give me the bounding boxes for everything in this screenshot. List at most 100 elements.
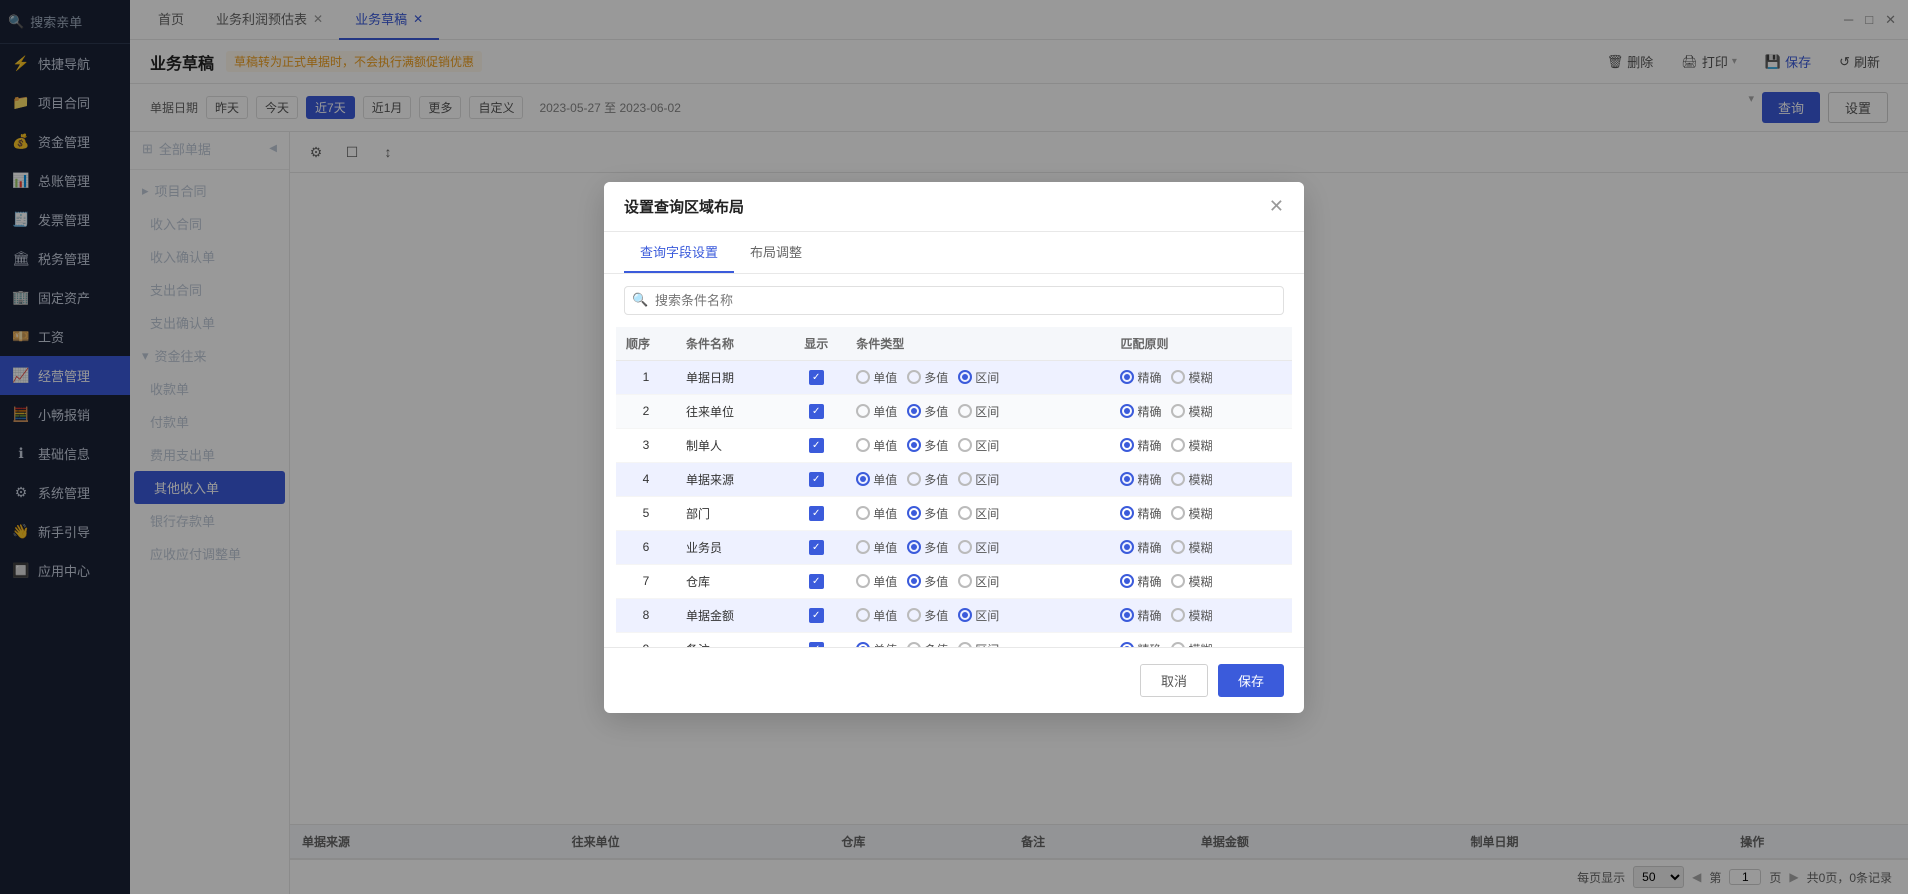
cell-display[interactable]: ✓: [786, 394, 846, 428]
radio-item-区间[interactable]: 区间: [958, 471, 999, 488]
cell-display[interactable]: ✓: [786, 598, 846, 632]
match-radio-item-精确[interactable]: 精确: [1120, 539, 1161, 556]
match-radio-circle: [1171, 438, 1185, 452]
radio-item-多值[interactable]: 多值: [907, 403, 948, 420]
match-radio-item-模糊[interactable]: 模糊: [1171, 471, 1212, 488]
radio-item-多值[interactable]: 多值: [907, 641, 948, 647]
radio-item-多值[interactable]: 多值: [907, 471, 948, 488]
cell-display[interactable]: ✓: [786, 632, 846, 647]
display-checkbox[interactable]: ✓: [809, 472, 824, 487]
radio-circle: [907, 506, 921, 520]
match-radio-item-精确[interactable]: 精确: [1120, 471, 1161, 488]
cell-order: 2: [616, 394, 676, 428]
radio-label: 单值: [873, 539, 897, 556]
radio-item-多值[interactable]: 多值: [907, 573, 948, 590]
modal-tab-layout-settings[interactable]: 布局调整: [734, 232, 818, 273]
modal-overlay[interactable]: 设置查询区域布局 ✕ 查询字段设置 布局调整 🔍 顺序 条件名称 显示: [0, 0, 1908, 894]
radio-label: 区间: [975, 539, 999, 556]
cell-cond-type: 单值多值区间: [846, 428, 1110, 462]
modal-search-input[interactable]: [624, 286, 1284, 315]
match-radio-item-精确[interactable]: 精确: [1120, 505, 1161, 522]
radio-item-区间[interactable]: 区间: [958, 641, 999, 647]
match-radio-item-精确[interactable]: 精确: [1120, 573, 1161, 590]
cell-display[interactable]: ✓: [786, 462, 846, 496]
radio-item-区间[interactable]: 区间: [958, 505, 999, 522]
radio-circle: [907, 370, 921, 384]
display-checkbox[interactable]: ✓: [809, 642, 824, 647]
radio-item-区间[interactable]: 区间: [958, 369, 999, 386]
display-checkbox[interactable]: ✓: [809, 540, 824, 555]
cell-match-rule: 精确模糊: [1110, 530, 1292, 564]
radio-item-区间[interactable]: 区间: [958, 607, 999, 624]
match-radio-label: 精确: [1137, 437, 1161, 454]
match-radio-item-模糊[interactable]: 模糊: [1171, 437, 1212, 454]
match-radio-item-模糊[interactable]: 模糊: [1171, 403, 1212, 420]
cell-order: 7: [616, 564, 676, 598]
cell-cond-name: 部门: [676, 496, 786, 530]
cell-display[interactable]: ✓: [786, 428, 846, 462]
radio-item-单值[interactable]: 单值: [856, 641, 897, 647]
display-checkbox[interactable]: ✓: [809, 506, 824, 521]
radio-item-单值[interactable]: 单值: [856, 573, 897, 590]
radio-label: 单值: [873, 403, 897, 420]
table-row: 9备注✓单值多值区间精确模糊: [616, 632, 1292, 647]
display-checkbox[interactable]: ✓: [809, 574, 824, 589]
match-radio-circle: [1120, 438, 1134, 452]
save-button[interactable]: 保存: [1218, 664, 1284, 697]
match-radio-circle: [1120, 472, 1134, 486]
match-radio-item-模糊[interactable]: 模糊: [1171, 539, 1212, 556]
radio-item-单值[interactable]: 单值: [856, 369, 897, 386]
display-checkbox[interactable]: ✓: [809, 404, 824, 419]
display-checkbox[interactable]: ✓: [809, 370, 824, 385]
radio-item-区间[interactable]: 区间: [958, 403, 999, 420]
cancel-button[interactable]: 取消: [1140, 664, 1208, 697]
radio-item-区间[interactable]: 区间: [958, 573, 999, 590]
match-radio-item-模糊[interactable]: 模糊: [1171, 573, 1212, 590]
display-checkbox[interactable]: ✓: [809, 438, 824, 453]
radio-label: 单值: [873, 505, 897, 522]
match-radio-circle: [1120, 506, 1134, 520]
radio-item-多值[interactable]: 多值: [907, 437, 948, 454]
radio-item-单值[interactable]: 单值: [856, 403, 897, 420]
modal-close-btn[interactable]: ✕: [1269, 196, 1284, 217]
match-radio-item-模糊[interactable]: 模糊: [1171, 369, 1212, 386]
match-radio-item-精确[interactable]: 精确: [1120, 369, 1161, 386]
th-display: 显示: [786, 327, 846, 361]
match-radio-circle: [1120, 574, 1134, 588]
table-row: 1单据日期✓单值多值区间精确模糊: [616, 360, 1292, 394]
match-radio-circle: [1171, 370, 1185, 384]
match-radio-item-模糊[interactable]: 模糊: [1171, 607, 1212, 624]
radio-item-单值[interactable]: 单值: [856, 471, 897, 488]
modal-tab-field-settings[interactable]: 查询字段设置: [624, 232, 734, 273]
match-radio-item-模糊[interactable]: 模糊: [1171, 505, 1212, 522]
match-radio-item-精确[interactable]: 精确: [1120, 641, 1161, 647]
radio-item-单值[interactable]: 单值: [856, 437, 897, 454]
cell-order: 9: [616, 632, 676, 647]
display-checkbox[interactable]: ✓: [809, 608, 824, 623]
radio-item-区间[interactable]: 区间: [958, 539, 999, 556]
radio-label: 多值: [924, 403, 948, 420]
table-row: 3制单人✓单值多值区间精确模糊: [616, 428, 1292, 462]
radio-item-单值[interactable]: 单值: [856, 539, 897, 556]
radio-item-区间[interactable]: 区间: [958, 437, 999, 454]
radio-label: 区间: [975, 641, 999, 647]
modal-search-area: 🔍: [604, 274, 1304, 327]
cell-display[interactable]: ✓: [786, 564, 846, 598]
cell-display[interactable]: ✓: [786, 496, 846, 530]
radio-label: 多值: [924, 607, 948, 624]
match-radio-item-精确[interactable]: 精确: [1120, 607, 1161, 624]
radio-item-单值[interactable]: 单值: [856, 607, 897, 624]
radio-item-多值[interactable]: 多值: [907, 505, 948, 522]
match-radio-item-模糊[interactable]: 模糊: [1171, 641, 1212, 647]
match-radio-item-精确[interactable]: 精确: [1120, 403, 1161, 420]
radio-item-多值[interactable]: 多值: [907, 369, 948, 386]
match-radio-item-精确[interactable]: 精确: [1120, 437, 1161, 454]
cell-display[interactable]: ✓: [786, 530, 846, 564]
radio-item-多值[interactable]: 多值: [907, 539, 948, 556]
radio-circle: [856, 540, 870, 554]
radio-item-多值[interactable]: 多值: [907, 607, 948, 624]
radio-circle: [958, 540, 972, 554]
radio-circle: [958, 608, 972, 622]
radio-item-单值[interactable]: 单值: [856, 505, 897, 522]
cell-display[interactable]: ✓: [786, 360, 846, 394]
